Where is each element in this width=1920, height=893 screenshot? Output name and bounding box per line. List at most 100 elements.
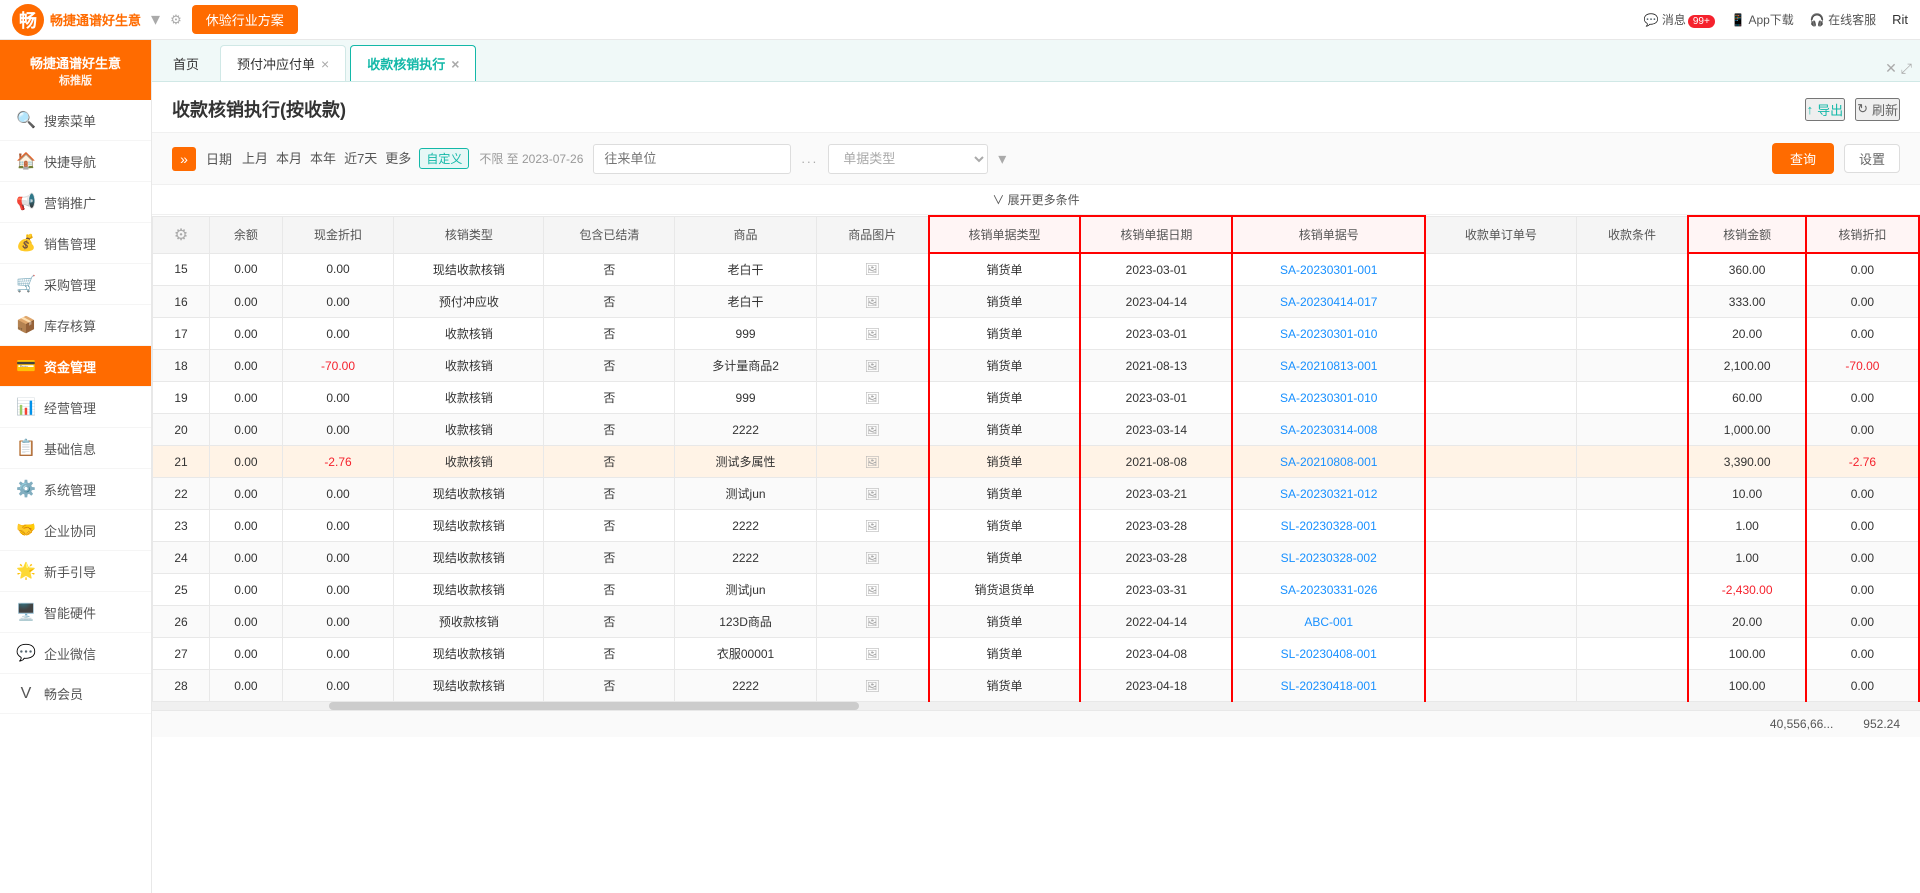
cell-writeoff-amount: 1.00 bbox=[1688, 510, 1805, 542]
sidebar-item-sales[interactable]: 💰 销售管理 bbox=[0, 223, 151, 264]
online-service[interactable]: 🎧 在线客服 bbox=[1810, 11, 1876, 28]
sidebar-item-basic[interactable]: 📋 基础信息 bbox=[0, 428, 151, 469]
operations-icon: 📊 bbox=[16, 397, 36, 417]
refresh-button[interactable]: ↻ 刷新 bbox=[1855, 98, 1900, 121]
cell-writeoff-type: 收款核销 bbox=[394, 318, 544, 350]
cell-writeoff-date: 2023-03-28 bbox=[1080, 542, 1232, 574]
cell-writeoff-discount: 0.00 bbox=[1806, 286, 1919, 318]
sidebar-item-operations[interactable]: 📊 经营管理 bbox=[0, 387, 151, 428]
cell-writeoff-discount: 0.00 bbox=[1806, 318, 1919, 350]
scroll-thumb[interactable] bbox=[329, 702, 859, 710]
cell-include-settled: 否 bbox=[544, 510, 675, 542]
cell-writeoff-type: 现结收款核销 bbox=[394, 638, 544, 670]
sidebar-label-guide: 新手引导 bbox=[44, 562, 96, 581]
filter-date-last-month[interactable]: 上月 bbox=[242, 148, 268, 169]
cell-goods: 2222 bbox=[675, 414, 817, 446]
cell-writeoff-number: SA-20210813-001 bbox=[1232, 350, 1425, 382]
table-row: 20 0.00 0.00 收款核销 否 2222 🖼 销货单 2023-03-1… bbox=[153, 414, 1920, 446]
tab-writeoff-close[interactable]: × bbox=[451, 56, 459, 72]
window-expand-icon[interactable]: ⤢ bbox=[1901, 60, 1912, 77]
filter-date-range-container: 不限 至 2023-07-26 bbox=[479, 150, 583, 167]
filter-date-7days[interactable]: 近7天 bbox=[344, 148, 377, 169]
cell-goods: 2222 bbox=[675, 510, 817, 542]
writeoff-number-link[interactable]: SA-20230314-008 bbox=[1280, 423, 1377, 437]
sidebar-item-wechat[interactable]: 💬 企业微信 bbox=[0, 633, 151, 674]
cell-writeoff-voucher-type: 销货单 bbox=[929, 542, 1081, 574]
sidebar-item-member[interactable]: V 畅会员 bbox=[0, 674, 151, 714]
table-row: 16 0.00 0.00 预付冲应收 否 老白干 🖼 销货单 2023-04-1… bbox=[153, 286, 1920, 318]
writeoff-number-link[interactable]: SL-20230328-001 bbox=[1281, 519, 1377, 533]
setting-button[interactable]: 设置 bbox=[1844, 144, 1900, 173]
writeoff-number-link[interactable]: SL-20230328-002 bbox=[1281, 551, 1377, 565]
cell-writeoff-discount: 0.00 bbox=[1806, 510, 1919, 542]
cell-balance: 0.00 bbox=[210, 510, 283, 542]
filter-date-more[interactable]: 更多 bbox=[385, 148, 411, 169]
cell-receipt-order bbox=[1425, 606, 1576, 638]
query-button[interactable]: 查询 bbox=[1772, 143, 1834, 174]
writeoff-number-link[interactable]: SA-20230331-026 bbox=[1280, 583, 1377, 597]
cell-cash-discount: 0.00 bbox=[282, 286, 393, 318]
writeoff-number-link[interactable]: SA-20230321-012 bbox=[1280, 487, 1377, 501]
sidebar-item-funds[interactable]: 💳 资金管理 bbox=[0, 346, 151, 387]
filter-date-this-month[interactable]: 本月 bbox=[276, 148, 302, 169]
writeoff-number-link[interactable]: SA-20230301-001 bbox=[1280, 263, 1377, 277]
cell-receipt-condition bbox=[1576, 606, 1688, 638]
cell-receipt-condition bbox=[1576, 318, 1688, 350]
cell-writeoff-discount: 0.00 bbox=[1806, 414, 1919, 446]
writeoff-number-link[interactable]: SA-20210808-001 bbox=[1280, 455, 1377, 469]
writeoff-number-link[interactable]: SA-20230301-010 bbox=[1280, 327, 1377, 341]
writeoff-number-link[interactable]: ABC-001 bbox=[1304, 615, 1353, 629]
cell-writeoff-amount: -2,430.00 bbox=[1688, 574, 1805, 606]
cell-goods-image: 🖼 bbox=[816, 510, 928, 542]
filter-date-custom[interactable]: 自定义 bbox=[419, 148, 469, 169]
export-button[interactable]: ↑ 导出 bbox=[1805, 98, 1846, 121]
sidebar-item-system[interactable]: ⚙️ 系统管理 bbox=[0, 469, 151, 510]
gear-icon[interactable]: ⚙ bbox=[174, 227, 188, 244]
sidebar-label-funds: 资金管理 bbox=[44, 357, 96, 376]
funds-icon: 💳 bbox=[16, 356, 36, 376]
sidebar-item-collab[interactable]: 🤝 企业协同 bbox=[0, 510, 151, 551]
sidebar-item-inventory[interactable]: 📦 库存核算 bbox=[0, 305, 151, 346]
writeoff-number-link[interactable]: SA-20230414-017 bbox=[1280, 295, 1377, 309]
sidebar-item-hardware[interactable]: 🖥️ 智能硬件 bbox=[0, 592, 151, 633]
sidebar-label-purchase: 采购管理 bbox=[44, 275, 96, 294]
sidebar-item-purchase[interactable]: 🛒 采购管理 bbox=[0, 264, 151, 305]
collab-icon: 🤝 bbox=[16, 520, 36, 540]
writeoff-number-link[interactable]: SL-20230408-001 bbox=[1281, 647, 1377, 661]
filter-expand-btn[interactable]: » bbox=[172, 147, 196, 171]
message-icon[interactable]: 💬 消息99+ bbox=[1644, 11, 1715, 28]
scroll-hint[interactable] bbox=[152, 702, 1920, 710]
cell-include-settled: 否 bbox=[544, 638, 675, 670]
sidebar-item-guide[interactable]: 🌟 新手引导 bbox=[0, 551, 151, 592]
user-label[interactable]: Rit bbox=[1892, 12, 1908, 27]
voucher-type-select[interactable]: 单据类型 bbox=[828, 144, 988, 174]
tab-home[interactable]: 首页 bbox=[156, 45, 216, 81]
writeoff-number-link[interactable]: SA-20210813-001 bbox=[1280, 359, 1377, 373]
cell-writeoff-type: 收款核销 bbox=[394, 446, 544, 478]
cell-receipt-order bbox=[1425, 286, 1576, 318]
writeoff-number-link[interactable]: SA-20230301-010 bbox=[1280, 391, 1377, 405]
cell-balance: 0.00 bbox=[210, 350, 283, 382]
window-close-icon[interactable]: ✕ bbox=[1885, 60, 1897, 77]
cell-writeoff-date: 2023-03-01 bbox=[1080, 253, 1232, 286]
cell-receipt-condition bbox=[1576, 670, 1688, 702]
partner-input[interactable] bbox=[593, 144, 791, 174]
industry-btn[interactable]: 休验行业方案 bbox=[192, 5, 298, 34]
tab-writeoff[interactable]: 收款核销执行 × bbox=[350, 45, 476, 81]
sidebar-item-search[interactable]: 🔍 搜索菜单 bbox=[0, 100, 151, 141]
tab-prepay-close[interactable]: × bbox=[321, 56, 329, 72]
expand-more-button[interactable]: ∨ 展开更多条件 bbox=[992, 191, 1079, 208]
writeoff-number-link[interactable]: SL-20230418-001 bbox=[1281, 679, 1377, 693]
sidebar-item-marketing[interactable]: 📢 营销推广 bbox=[0, 182, 151, 223]
dropdown-arrow[interactable]: ▾ bbox=[151, 9, 160, 30]
filter-date-this-year[interactable]: 本年 bbox=[310, 148, 336, 169]
cell-rownum: 19 bbox=[153, 382, 210, 414]
app-download[interactable]: 📱 App下载 bbox=[1731, 11, 1794, 28]
col-gear[interactable]: ⚙ bbox=[153, 216, 210, 253]
sidebar-item-quick[interactable]: 🏠 快捷导航 bbox=[0, 141, 151, 182]
gear-icon-top[interactable]: ⚙ bbox=[170, 12, 182, 28]
cell-balance: 0.00 bbox=[210, 638, 283, 670]
cell-writeoff-type: 现结收款核销 bbox=[394, 510, 544, 542]
tab-prepay[interactable]: 预付冲应付单 × bbox=[220, 45, 346, 81]
sidebar-logo-sub: 标推版 bbox=[59, 72, 92, 88]
